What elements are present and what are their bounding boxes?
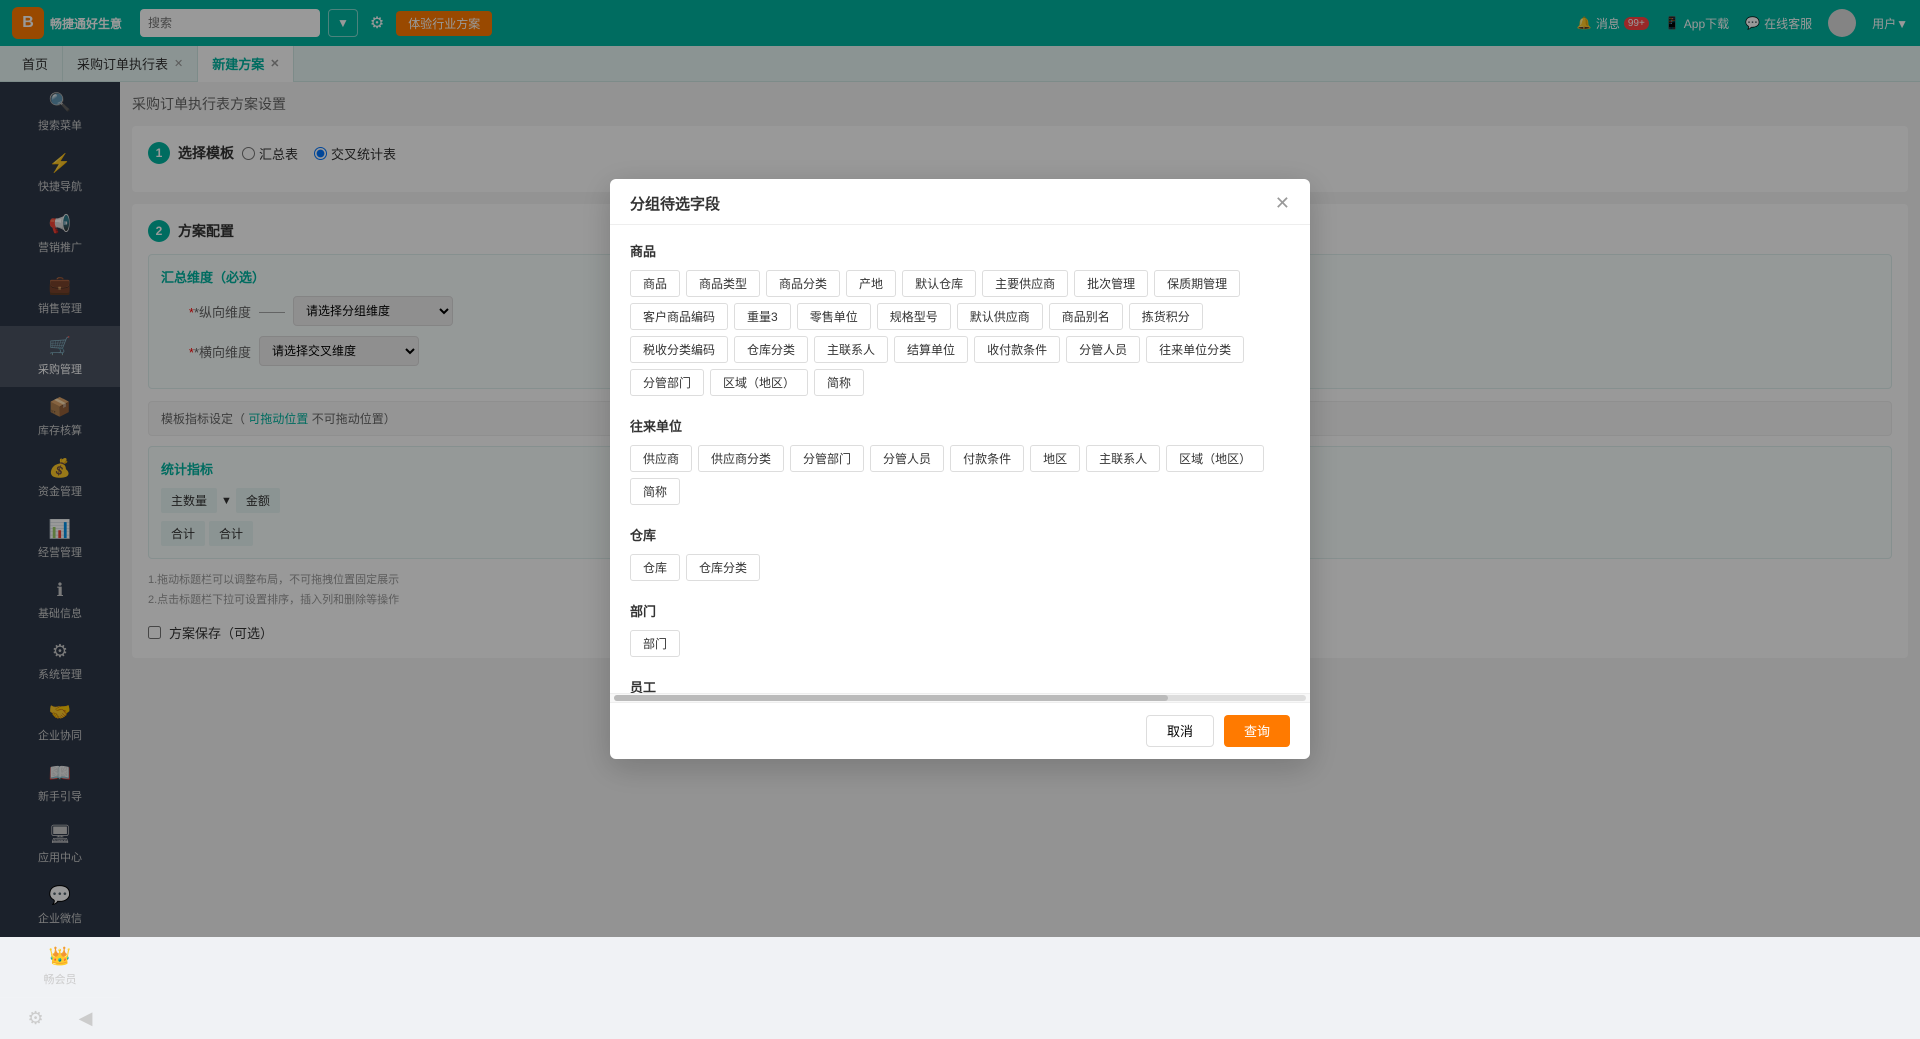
field-tag-wh-warehouse[interactable]: 仓库 [630, 554, 680, 581]
section-title-counterpart: 往来单位 [630, 416, 1290, 435]
field-tag-customer-code[interactable]: 客户商品编码 [630, 303, 728, 330]
field-tag-main-contact[interactable]: 主联系人 [814, 336, 888, 363]
field-tag-dept-in-charge[interactable]: 分管部门 [630, 369, 704, 396]
field-tag-cp-area[interactable]: 区域（地区） [1166, 445, 1264, 472]
field-tag-counterpart-category[interactable]: 往来单位分类 [1146, 336, 1244, 363]
field-tag-origin[interactable]: 产地 [846, 270, 896, 297]
field-tag-supplier[interactable]: 供应商 [630, 445, 692, 472]
sidebar-collapse-icon[interactable]: ◀ [79, 1008, 93, 1029]
field-tag-goods[interactable]: 商品 [630, 270, 680, 297]
field-tag-goods-alias[interactable]: 商品别名 [1049, 303, 1123, 330]
modal-overlay: 分组待选字段 ✕ 商品 商品 商品类型 商品分类 产地 默认仓库 主要供应商 批… [0, 0, 1920, 937]
sidebar-item-member[interactable]: 👑 畅会员 [0, 936, 120, 997]
field-tag-tax-code[interactable]: 税收分类编码 [630, 336, 728, 363]
section-title-warehouse: 仓库 [630, 525, 1290, 544]
field-tag-default-warehouse[interactable]: 默认仓库 [902, 270, 976, 297]
member-icon: 👑 [49, 946, 71, 967]
field-tag-default-supplier[interactable]: 默认供应商 [957, 303, 1043, 330]
field-tag-cp-supervisor[interactable]: 分管人员 [870, 445, 944, 472]
field-section-warehouse: 仓库 仓库 仓库分类 [630, 525, 1290, 581]
field-tag-supplier-category[interactable]: 供应商分类 [698, 445, 784, 472]
sidebar-bottom: ⚙ ◀ [0, 997, 120, 1039]
field-tag-pick-points[interactable]: 拣货积分 [1129, 303, 1203, 330]
field-section-counterpart: 往来单位 供应商 供应商分类 分管部门 分管人员 付款条件 地区 主联系人 区域… [630, 416, 1290, 505]
field-section-employee: 员工 业务员 [630, 677, 1290, 693]
modal-horizontal-scrollbar[interactable] [610, 693, 1310, 702]
confirm-button[interactable]: 查询 [1224, 715, 1290, 747]
field-tag-abbr[interactable]: 简称 [814, 369, 864, 396]
field-tag-spec-model[interactable]: 规格型号 [877, 303, 951, 330]
field-tags-counterpart: 供应商 供应商分类 分管部门 分管人员 付款条件 地区 主联系人 区域（地区） … [630, 445, 1290, 505]
field-tag-retail-unit[interactable]: 零售单位 [797, 303, 871, 330]
field-tag-batch-mgmt[interactable]: 批次管理 [1074, 270, 1148, 297]
field-tags-goods: 商品 商品类型 商品分类 产地 默认仓库 主要供应商 批次管理 保质期管理 客户… [630, 270, 1290, 396]
field-tag-settlement-unit[interactable]: 结算单位 [894, 336, 968, 363]
field-tag-payment-terms[interactable]: 收付款条件 [974, 336, 1060, 363]
section-title-department: 部门 [630, 601, 1290, 620]
field-tag-goods-category[interactable]: 商品分类 [766, 270, 840, 297]
field-tag-cp-dept[interactable]: 分管部门 [790, 445, 864, 472]
field-tags-department: 部门 [630, 630, 1290, 657]
field-tags-warehouse: 仓库 仓库分类 [630, 554, 1290, 581]
field-tag-main-supplier[interactable]: 主要供应商 [982, 270, 1068, 297]
cancel-button[interactable]: 取消 [1146, 715, 1214, 747]
field-tag-wh-category[interactable]: 仓库分类 [686, 554, 760, 581]
section-title-employee: 员工 [630, 677, 1290, 693]
field-tag-region[interactable]: 区域（地区） [710, 369, 808, 396]
section-title-goods: 商品 [630, 241, 1290, 260]
field-tag-weight3[interactable]: 重量3 [734, 303, 791, 330]
sidebar-bottom-settings-icon[interactable]: ⚙ [28, 1008, 44, 1029]
field-section-goods: 商品 商品 商品类型 商品分类 产地 默认仓库 主要供应商 批次管理 保质期管理… [630, 241, 1290, 396]
modal-footer: 取消 查询 [610, 702, 1310, 759]
modal-body: 商品 商品 商品类型 商品分类 产地 默认仓库 主要供应商 批次管理 保质期管理… [610, 225, 1310, 693]
field-tag-dept[interactable]: 部门 [630, 630, 680, 657]
field-section-department: 部门 部门 [630, 601, 1290, 657]
modal-close-icon[interactable]: ✕ [1275, 193, 1290, 214]
sidebar-label-member: 畅会员 [44, 971, 77, 987]
field-selection-modal: 分组待选字段 ✕ 商品 商品 商品类型 商品分类 产地 默认仓库 主要供应商 批… [610, 179, 1310, 759]
field-tag-cp-payment-terms[interactable]: 付款条件 [950, 445, 1024, 472]
field-tag-warehouse-category[interactable]: 仓库分类 [734, 336, 808, 363]
modal-header: 分组待选字段 ✕ [610, 179, 1310, 225]
field-tag-cp-region[interactable]: 地区 [1030, 445, 1080, 472]
field-tag-expiry-mgmt[interactable]: 保质期管理 [1154, 270, 1240, 297]
field-tag-cp-abbr[interactable]: 简称 [630, 478, 680, 505]
field-tag-cp-contact[interactable]: 主联系人 [1086, 445, 1160, 472]
modal-title: 分组待选字段 [630, 193, 720, 214]
field-tag-supervisor[interactable]: 分管人员 [1066, 336, 1140, 363]
field-tag-goods-type[interactable]: 商品类型 [686, 270, 760, 297]
